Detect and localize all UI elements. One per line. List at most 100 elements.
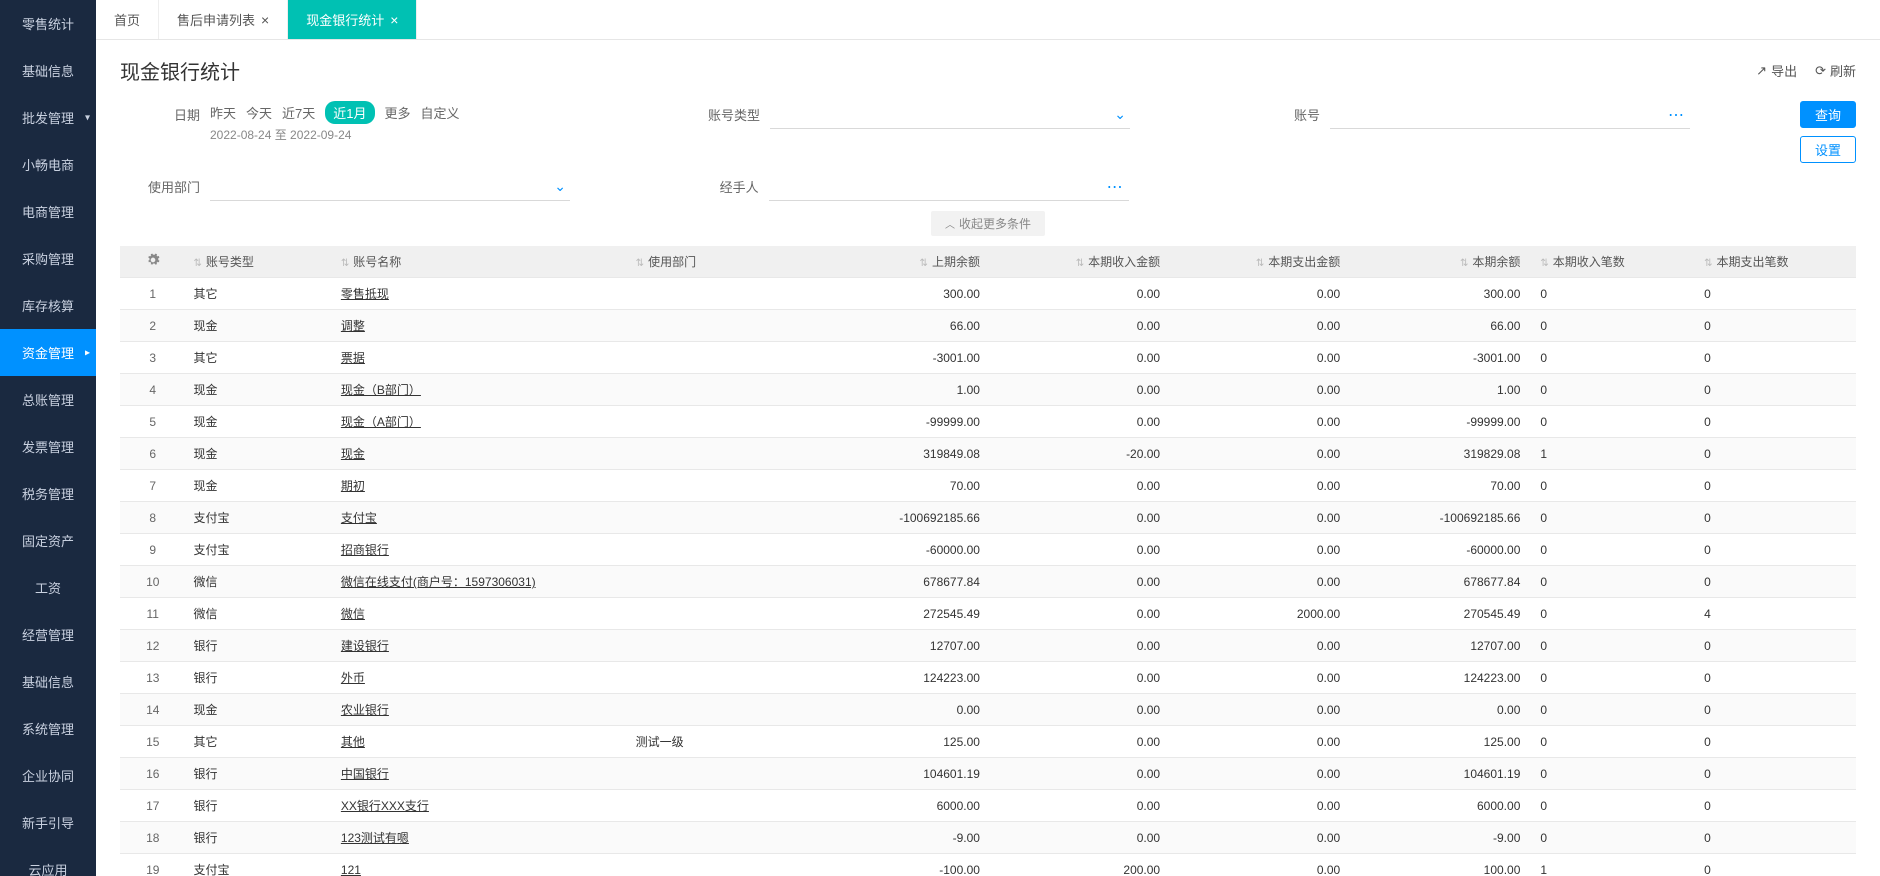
account-name-cell[interactable]: 微信在线支付(商户号：1597306031) <box>333 566 628 598</box>
sidebar-item[interactable]: 零售统计 <box>0 0 96 47</box>
sidebar-item[interactable]: 经营管理 <box>0 611 96 658</box>
table-cell: 0.00 <box>988 310 1168 342</box>
tab[interactable]: 首页 <box>96 0 159 39</box>
account-name-link[interactable]: 123测试有嗯 <box>341 831 409 845</box>
sidebar-item[interactable]: 新手引导 <box>0 799 96 846</box>
column-header[interactable]: ⇅账号类型 <box>186 246 333 278</box>
column-header[interactable]: ⇅使用部门 <box>628 246 808 278</box>
tab[interactable]: 现金银行统计× <box>288 0 417 39</box>
table-settings-header[interactable] <box>120 246 186 278</box>
sidebar-item[interactable]: 税务管理 <box>0 470 96 517</box>
account-name-link[interactable]: 农业银行 <box>341 703 389 717</box>
export-button[interactable]: ↗ 导出 <box>1756 61 1797 80</box>
account-name-link[interactable]: XX银行XXX支行 <box>341 799 429 813</box>
date-chip[interactable]: 自定义 <box>421 103 460 122</box>
sidebar-item[interactable]: 发票管理 <box>0 423 96 470</box>
sidebar-item[interactable]: 基础信息 <box>0 658 96 705</box>
account-name-cell[interactable]: 123测试有嗯 <box>333 822 628 854</box>
table-row: 14现金农业银行0.000.000.000.0000 <box>120 694 1856 726</box>
close-icon[interactable]: × <box>390 12 398 28</box>
account-name-cell[interactable]: 调整 <box>333 310 628 342</box>
table-row: 6现金现金319849.08-20.000.00319829.0810 <box>120 438 1856 470</box>
sidebar-item[interactable]: 基础信息 <box>0 47 96 94</box>
dept-select[interactable]: ⌄ <box>210 173 570 201</box>
sidebar-item[interactable]: 云应用 <box>0 846 96 876</box>
account-name-link[interactable]: 其他 <box>341 735 365 749</box>
account-name-cell[interactable]: 微信 <box>333 598 628 630</box>
table-cell: 14 <box>120 694 186 726</box>
account-name-link[interactable]: 现金 <box>341 447 365 461</box>
account-name-cell[interactable]: 现金（A部门） <box>333 406 628 438</box>
account-name-link[interactable]: 现金（A部门） <box>341 415 421 429</box>
account-name-link[interactable]: 121 <box>341 863 361 876</box>
sidebar-item[interactable]: 总账管理 <box>0 376 96 423</box>
account-name-link[interactable]: 外币 <box>341 671 365 685</box>
account-name-cell[interactable]: 现金 <box>333 438 628 470</box>
sidebar-item[interactable]: 资金管理▸ <box>0 329 96 376</box>
sidebar-item[interactable]: 库存核算 <box>0 282 96 329</box>
account-name-link[interactable]: 中国银行 <box>341 767 389 781</box>
date-chip[interactable]: 近7天 <box>282 103 315 122</box>
account-name-link[interactable]: 期初 <box>341 479 365 493</box>
account-select[interactable]: ⋯ <box>1330 101 1690 129</box>
settings-button[interactable]: 设置 <box>1800 136 1856 163</box>
account-name-cell[interactable]: 其他 <box>333 726 628 758</box>
account-name-link[interactable]: 调整 <box>341 319 365 333</box>
account-name-cell[interactable]: 外币 <box>333 662 628 694</box>
table-cell: 微信 <box>186 598 333 630</box>
sidebar-item[interactable]: 批发管理▾ <box>0 94 96 141</box>
column-header[interactable]: ⇅本期支出金额 <box>1168 246 1348 278</box>
account-name-link[interactable]: 现金（B部门） <box>341 383 421 397</box>
account-name-link[interactable]: 票据 <box>341 351 365 365</box>
account-name-cell[interactable]: 票据 <box>333 342 628 374</box>
account-name-cell[interactable]: 中国银行 <box>333 758 628 790</box>
collapse-filters-button[interactable]: ︿ 收起更多条件 <box>931 211 1045 236</box>
date-chip[interactable]: 近1月 <box>325 101 374 124</box>
sidebar-item[interactable]: 企业协同 <box>0 752 96 799</box>
tab[interactable]: 售后申请列表× <box>159 0 288 39</box>
refresh-button[interactable]: ⟳ 刷新 <box>1815 61 1856 80</box>
column-header[interactable]: ⇅账号名称 <box>333 246 628 278</box>
account-name-cell[interactable]: 121 <box>333 854 628 876</box>
table-cell <box>628 406 808 438</box>
close-icon[interactable]: × <box>261 12 269 28</box>
handler-select[interactable]: ⋯ <box>769 173 1129 201</box>
column-header[interactable]: ⇅本期余额 <box>1348 246 1528 278</box>
query-button[interactable]: 查询 <box>1800 101 1856 128</box>
sidebar-item[interactable]: 小畅电商 <box>0 141 96 188</box>
account-name-link[interactable]: 招商银行 <box>341 543 389 557</box>
sort-icon: ⇅ <box>1540 258 1548 269</box>
table-cell: 0 <box>1528 310 1692 342</box>
column-header[interactable]: ⇅上期余额 <box>808 246 988 278</box>
export-label: 导出 <box>1771 61 1797 80</box>
column-header[interactable]: ⇅本期收入金额 <box>988 246 1168 278</box>
sidebar-item[interactable]: 固定资产 <box>0 517 96 564</box>
sidebar-item[interactable]: 系统管理 <box>0 705 96 752</box>
sidebar-item[interactable]: 采购管理 <box>0 235 96 282</box>
sidebar-item[interactable]: 电商管理 <box>0 188 96 235</box>
account-type-select[interactable]: ⌄ <box>770 101 1130 129</box>
date-chip[interactable]: 更多 <box>385 103 411 122</box>
account-name-cell[interactable]: 现金（B部门） <box>333 374 628 406</box>
table-cell: 0 <box>1692 726 1856 758</box>
data-table: ⇅账号类型⇅账号名称⇅使用部门⇅上期余额⇅本期收入金额⇅本期支出金额⇅本期余额⇅… <box>120 246 1856 876</box>
account-name-link[interactable]: 零售抵现 <box>341 287 389 301</box>
account-name-cell[interactable]: 零售抵现 <box>333 278 628 310</box>
account-name-link[interactable]: 微信 <box>341 607 365 621</box>
account-name-cell[interactable]: 农业银行 <box>333 694 628 726</box>
column-header[interactable]: ⇅本期收入笔数 <box>1528 246 1692 278</box>
account-name-link[interactable]: 支付宝 <box>341 511 377 525</box>
date-chip[interactable]: 今天 <box>246 103 272 122</box>
column-header[interactable]: ⇅本期支出笔数 <box>1692 246 1856 278</box>
account-name-cell[interactable]: 招商银行 <box>333 534 628 566</box>
account-name-link[interactable]: 微信在线支付(商户号：1597306031) <box>341 575 536 589</box>
account-name-cell[interactable]: 期初 <box>333 470 628 502</box>
account-name-cell[interactable]: 建设银行 <box>333 630 628 662</box>
account-name-cell[interactable]: XX银行XXX支行 <box>333 790 628 822</box>
table-cell: 现金 <box>186 470 333 502</box>
sidebar-item[interactable]: 工资 <box>0 564 96 611</box>
date-chip[interactable]: 昨天 <box>210 103 236 122</box>
table-cell: 300.00 <box>808 278 988 310</box>
account-name-cell[interactable]: 支付宝 <box>333 502 628 534</box>
account-name-link[interactable]: 建设银行 <box>341 639 389 653</box>
